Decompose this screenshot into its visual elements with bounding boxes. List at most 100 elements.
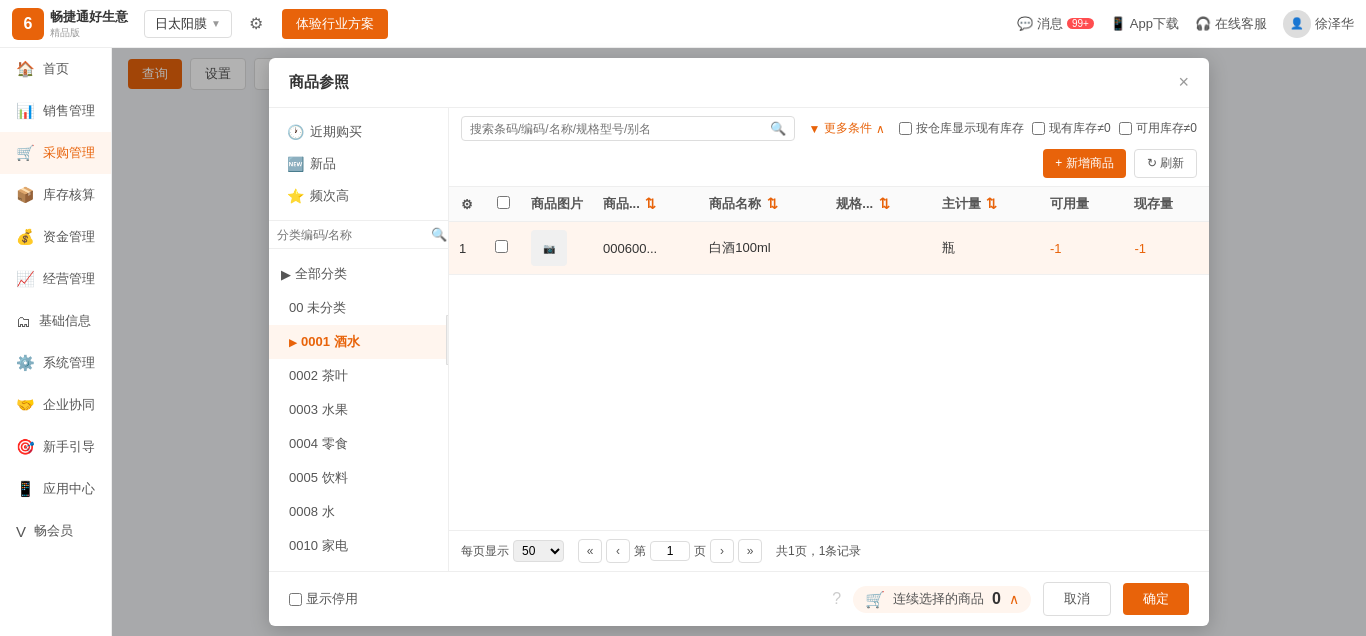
sidebar-item-basic[interactable]: 🗂 基础信息: [0, 300, 111, 342]
category-0004[interactable]: 0004 零食: [269, 427, 448, 461]
sidebar-label-finance: 资金管理: [43, 228, 95, 246]
td-name: 白酒100ml: [699, 222, 826, 275]
sidebar-item-corp[interactable]: 🤝 企业协同: [0, 384, 111, 426]
checkbox-warehouse-input[interactable]: [899, 122, 912, 135]
filter-label: 更多条件: [824, 120, 872, 137]
sidebar-item-inventory[interactable]: 📦 库存核算: [0, 174, 111, 216]
checkbox-available-input[interactable]: [1032, 122, 1045, 135]
last-page-btn[interactable]: »: [738, 539, 762, 563]
category-0003[interactable]: 0003 水果: [269, 393, 448, 427]
tab-new[interactable]: 🆕 新品: [277, 148, 440, 180]
row-checkbox[interactable]: [495, 240, 508, 253]
next-page-btn[interactable]: ›: [710, 539, 734, 563]
category-0005[interactable]: 0005 饮料: [269, 461, 448, 495]
refresh-btn[interactable]: ↻ 刷新: [1134, 149, 1197, 178]
user-area[interactable]: 👤 徐泽华: [1283, 10, 1354, 38]
sort-spec-icon[interactable]: ⇅: [879, 196, 890, 211]
sidebar-item-guide[interactable]: 🎯 新手引导: [0, 426, 111, 468]
cart-count: 0: [992, 590, 1001, 608]
category-0010[interactable]: 0010 家电: [269, 529, 448, 563]
nav-selector[interactable]: 日太阳膜 ▼: [144, 10, 232, 38]
sidebar-item-apps[interactable]: 📱 应用中心: [0, 468, 111, 510]
sidebar-item-management[interactable]: 📈 经营管理: [0, 258, 111, 300]
filter-up-icon: ∧: [876, 122, 885, 136]
category-00-label: 00 未分类: [289, 299, 346, 317]
modal-close-btn[interactable]: ×: [1178, 72, 1189, 93]
messages-item[interactable]: 💬 消息 99+: [1017, 15, 1094, 33]
more-filter-btn[interactable]: ▼ 更多条件 ∧: [803, 116, 892, 141]
per-page-dropdown[interactable]: 501020100: [513, 540, 564, 562]
help-icon[interactable]: ?: [832, 590, 841, 608]
page-input[interactable]: [650, 541, 690, 561]
category-0008-label: 0008 水: [289, 503, 335, 521]
checkbox-available[interactable]: 现有库存≠0: [1032, 120, 1110, 137]
th-spec[interactable]: 规格... ⇅: [826, 187, 931, 222]
select-all-checkbox[interactable]: [497, 196, 510, 209]
category-0001[interactable]: ▶ 0001 酒水: [269, 325, 448, 359]
product-table: ⚙ 商品图片 商品... ⇅: [449, 187, 1209, 530]
sort-name-icon[interactable]: ⇅: [767, 196, 778, 211]
selector-label: 日太阳膜: [155, 15, 207, 33]
sort-code-icon[interactable]: ⇅: [645, 196, 656, 211]
th-img: 商品图片: [521, 187, 593, 222]
product-thumbnail: 📷: [531, 230, 567, 266]
sidebar-label-inventory: 库存核算: [43, 186, 95, 204]
new-icon: 🆕: [287, 156, 304, 172]
category-00[interactable]: 00 未分类: [269, 291, 448, 325]
checkbox-warehouse[interactable]: 按仓库显示现有库存: [899, 120, 1024, 137]
category-0001-label: 0001 酒水: [301, 333, 360, 351]
tab-frequent[interactable]: ⭐ 频次高: [277, 180, 440, 212]
td-check: [485, 222, 521, 275]
category-search-input[interactable]: [277, 228, 427, 242]
sidebar-item-home[interactable]: 🏠 首页: [0, 48, 111, 90]
add-product-btn[interactable]: + 新增商品: [1043, 149, 1125, 178]
settings-icon[interactable]: ⚙: [240, 8, 272, 40]
table-row[interactable]: 1 📷 000600... 白酒100ml: [449, 222, 1209, 275]
td-img: 📷: [521, 222, 593, 275]
filter-icon: ▼: [809, 122, 821, 136]
home-icon: 🏠: [16, 60, 35, 78]
logo-area: 6 畅捷通好生意 精品版: [12, 8, 128, 40]
product-search-input[interactable]: [470, 122, 766, 136]
app-download-item[interactable]: 📱 App下载: [1110, 15, 1179, 33]
table-header-row: ⚙ 商品图片 商品... ⇅: [449, 187, 1209, 222]
th-name[interactable]: 商品名称 ⇅: [699, 187, 826, 222]
sort-unit-icon[interactable]: ⇅: [986, 196, 997, 211]
collapse-left-btn[interactable]: ‹‹: [446, 315, 449, 365]
category-0002[interactable]: 0002 茶叶: [269, 359, 448, 393]
product-search-icon[interactable]: 🔍: [770, 121, 786, 136]
th-spec-label: 规格...: [836, 196, 873, 211]
th-unit[interactable]: 主计量 ⇅: [932, 187, 1040, 222]
sidebar-label-system: 系统管理: [43, 354, 95, 372]
tab-recent[interactable]: 🕐 近期购买: [277, 116, 440, 148]
sidebar-item-system[interactable]: ⚙️ 系统管理: [0, 342, 111, 384]
category-all-arrow: ▶: [281, 267, 291, 282]
sidebar-item-finance[interactable]: 💰 资金管理: [0, 216, 111, 258]
modal-header: 商品参照 ×: [269, 58, 1209, 108]
checkbox-usable-input[interactable]: [1119, 122, 1132, 135]
guide-icon: 🎯: [16, 438, 35, 456]
show-disabled-check[interactable]: 显示停用: [289, 590, 358, 608]
checkbox-usable[interactable]: 可用库存≠0: [1119, 120, 1197, 137]
cart-icon[interactable]: 🛒: [865, 590, 885, 609]
show-disabled-checkbox[interactable]: [289, 593, 302, 606]
category-0008[interactable]: 0008 水: [269, 495, 448, 529]
trial-btn[interactable]: 体验行业方案: [282, 9, 388, 39]
prev-page-btn[interactable]: ‹: [606, 539, 630, 563]
product-search-box: 🔍: [461, 116, 795, 141]
apps-icon: 📱: [16, 480, 35, 498]
cart-area: 🛒 连续选择的商品 0 ∧: [853, 586, 1031, 613]
sidebar-item-sales[interactable]: 📊 销售管理: [0, 90, 111, 132]
online-service-item[interactable]: 🎧 在线客服: [1195, 15, 1267, 33]
basic-icon: 🗂: [16, 313, 31, 330]
category-all[interactable]: ▶ 全部分类: [269, 257, 448, 291]
sidebar-item-purchase[interactable]: 🛒 采购管理: [0, 132, 111, 174]
cancel-btn[interactable]: 取消: [1043, 582, 1111, 616]
th-settings[interactable]: ⚙: [449, 187, 485, 222]
th-code[interactable]: 商品... ⇅: [593, 187, 699, 222]
first-page-btn[interactable]: «: [578, 539, 602, 563]
sidebar-item-member[interactable]: V 畅会员: [0, 510, 111, 552]
category-search-icon[interactable]: 🔍: [431, 227, 447, 242]
confirm-btn[interactable]: 确定: [1123, 583, 1189, 615]
cart-collapse-icon[interactable]: ∧: [1009, 591, 1019, 607]
